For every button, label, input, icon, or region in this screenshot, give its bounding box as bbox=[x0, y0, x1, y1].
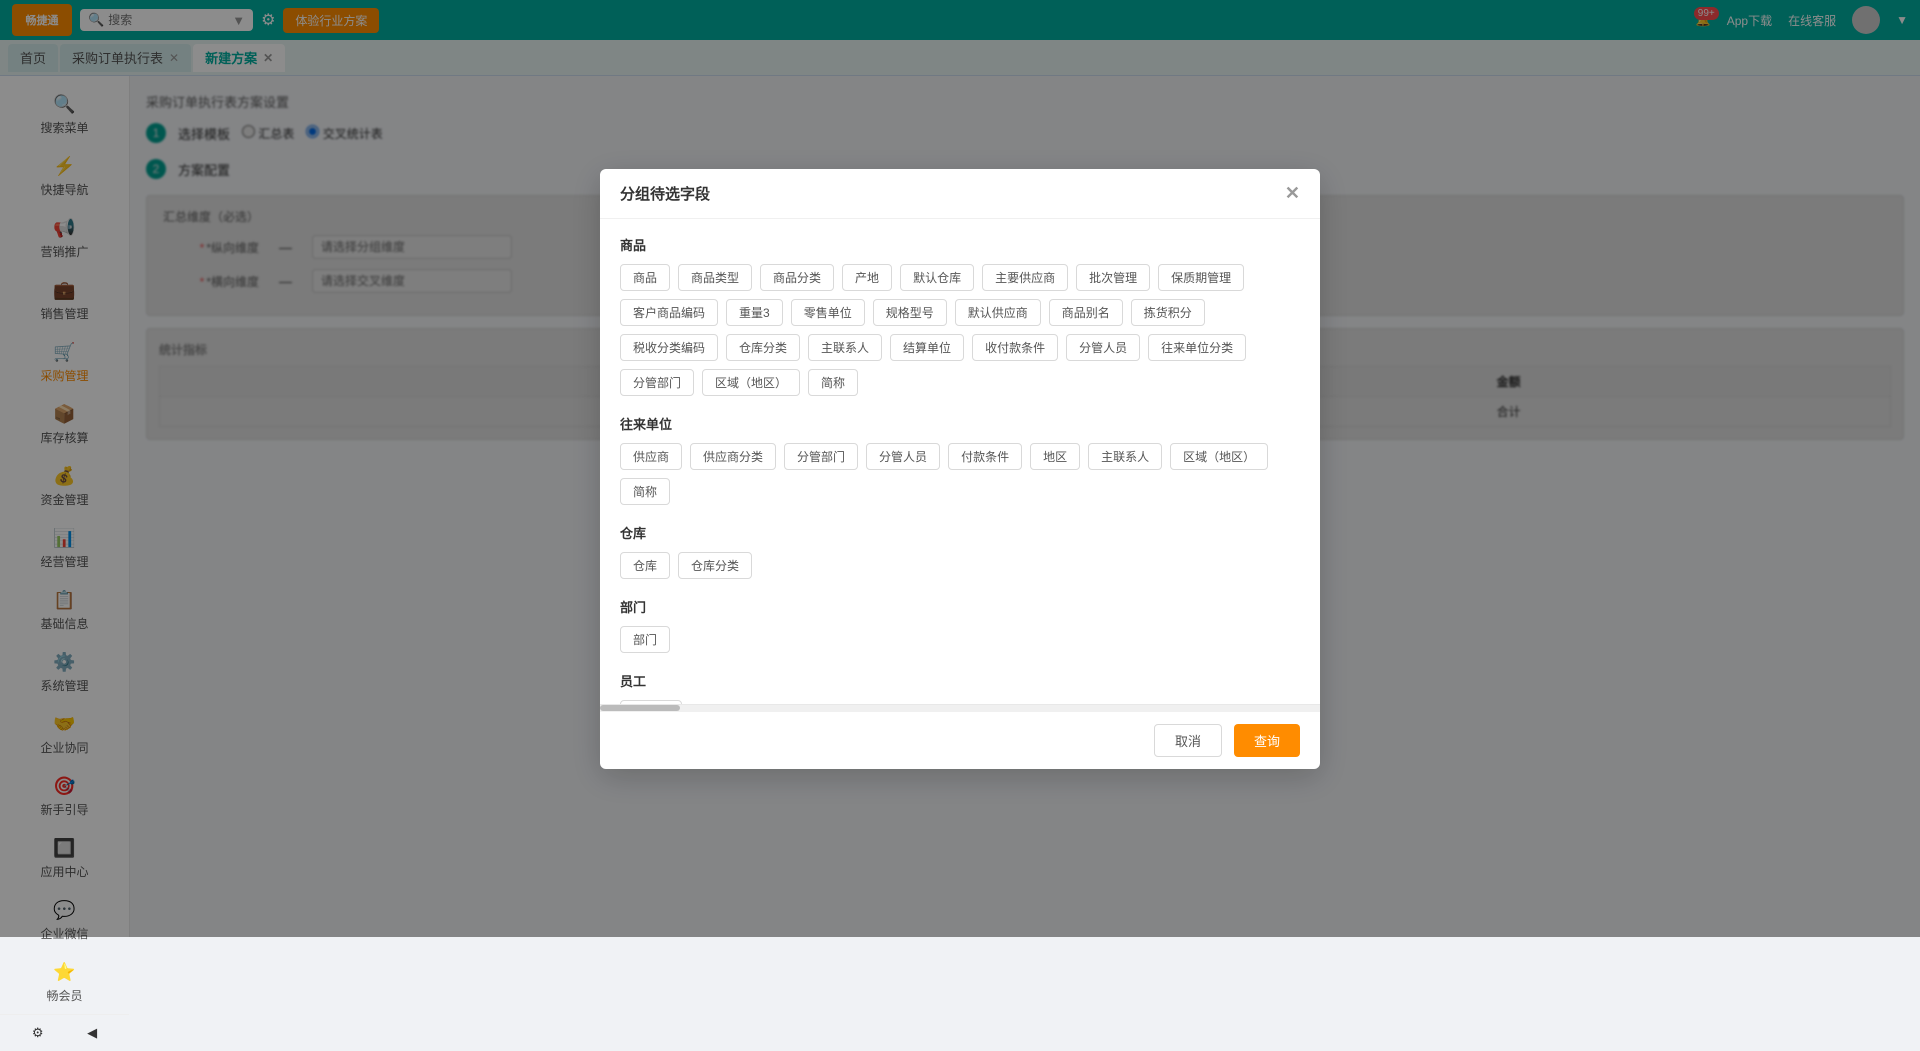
modal-header: 分组待选字段 ✕ bbox=[600, 169, 1320, 219]
tag-goods-17[interactable]: 仓库分类 bbox=[726, 334, 800, 361]
tag-partner-8[interactable]: 区域（地区） bbox=[1170, 443, 1268, 470]
section-warehouse: 仓库 仓库 仓库分类 bbox=[620, 523, 1300, 579]
modal-title: 分组待选字段 bbox=[620, 183, 710, 204]
warehouse-tags: 仓库 仓库分类 bbox=[620, 552, 1300, 579]
tag-goods-6[interactable]: 主要供应商 bbox=[982, 264, 1068, 291]
tag-goods-4[interactable]: 产地 bbox=[842, 264, 892, 291]
tag-partner-5[interactable]: 付款条件 bbox=[948, 443, 1022, 470]
department-tags: 部门 bbox=[620, 626, 1300, 653]
field-select-modal: 分组待选字段 ✕ 商品 商品 商品类型 商品分类 产地 默认仓库 主要供应商 批… bbox=[600, 169, 1320, 769]
tag-partner-6[interactable]: 地区 bbox=[1030, 443, 1080, 470]
tag-goods-11[interactable]: 零售单位 bbox=[791, 299, 865, 326]
tag-goods-14[interactable]: 商品别名 bbox=[1049, 299, 1123, 326]
tag-goods-21[interactable]: 分管人员 bbox=[1066, 334, 1140, 361]
tag-goods-8[interactable]: 保质期管理 bbox=[1158, 264, 1244, 291]
cancel-button[interactable]: 取消 bbox=[1154, 724, 1222, 757]
tag-department-1[interactable]: 部门 bbox=[620, 626, 670, 653]
modal-overlay: 分组待选字段 ✕ 商品 商品 商品类型 商品分类 产地 默认仓库 主要供应商 批… bbox=[0, 0, 1920, 937]
section-goods-title: 商品 bbox=[620, 235, 1300, 254]
sidebar-bottom: ⚙ ◀ bbox=[0, 1014, 129, 1051]
confirm-button[interactable]: 查询 bbox=[1234, 724, 1300, 757]
tag-goods-7[interactable]: 批次管理 bbox=[1076, 264, 1150, 291]
tag-goods-5[interactable]: 默认仓库 bbox=[900, 264, 974, 291]
sidebar-item-member[interactable]: ⭐ 畅会员 bbox=[0, 952, 129, 1014]
sidebar-collapse-icon[interactable]: ◀ bbox=[87, 1025, 97, 1041]
tag-partner-4[interactable]: 分管人员 bbox=[866, 443, 940, 470]
tag-partner-3[interactable]: 分管部门 bbox=[784, 443, 858, 470]
tag-goods-19[interactable]: 结算单位 bbox=[890, 334, 964, 361]
member-icon: ⭐ bbox=[53, 962, 75, 983]
modal-body[interactable]: 商品 商品 商品类型 商品分类 产地 默认仓库 主要供应商 批次管理 保质期管理… bbox=[600, 219, 1320, 705]
tag-goods-22[interactable]: 往来单位分类 bbox=[1148, 334, 1246, 361]
goods-tags: 商品 商品类型 商品分类 产地 默认仓库 主要供应商 批次管理 保质期管理 客户… bbox=[620, 264, 1300, 396]
tag-goods-10[interactable]: 重量3 bbox=[726, 299, 783, 326]
tag-goods-15[interactable]: 拣货积分 bbox=[1131, 299, 1205, 326]
scroll-thumb bbox=[600, 705, 680, 710]
tag-goods-20[interactable]: 收付款条件 bbox=[972, 334, 1058, 361]
tag-warehouse-2[interactable]: 仓库分类 bbox=[678, 552, 752, 579]
section-department-title: 部门 bbox=[620, 597, 1300, 616]
tag-partner-2[interactable]: 供应商分类 bbox=[690, 443, 776, 470]
modal-footer: 取消 查询 bbox=[600, 711, 1320, 769]
tag-goods-25[interactable]: 简称 bbox=[808, 369, 858, 396]
horizontal-scrollbar[interactable] bbox=[600, 704, 1320, 710]
sidebar-label-member: 畅会员 bbox=[46, 987, 82, 1004]
section-partner-title: 往来单位 bbox=[620, 414, 1300, 433]
modal-close-btn[interactable]: ✕ bbox=[1285, 183, 1300, 204]
section-staff: 员工 业务员 bbox=[620, 671, 1300, 705]
tag-goods-13[interactable]: 默认供应商 bbox=[955, 299, 1041, 326]
section-department: 部门 部门 bbox=[620, 597, 1300, 653]
tag-goods-24[interactable]: 区域（地区） bbox=[702, 369, 800, 396]
section-warehouse-title: 仓库 bbox=[620, 523, 1300, 542]
tag-warehouse-1[interactable]: 仓库 bbox=[620, 552, 670, 579]
tag-partner-7[interactable]: 主联系人 bbox=[1088, 443, 1162, 470]
section-goods: 商品 商品 商品类型 商品分类 产地 默认仓库 主要供应商 批次管理 保质期管理… bbox=[620, 235, 1300, 396]
tag-goods-2[interactable]: 商品类型 bbox=[678, 264, 752, 291]
tag-partner-9[interactable]: 简称 bbox=[620, 478, 670, 505]
section-staff-title: 员工 bbox=[620, 671, 1300, 690]
tag-goods-18[interactable]: 主联系人 bbox=[808, 334, 882, 361]
tag-goods-3[interactable]: 商品分类 bbox=[760, 264, 834, 291]
tag-goods-12[interactable]: 规格型号 bbox=[873, 299, 947, 326]
section-partner: 往来单位 供应商 供应商分类 分管部门 分管人员 付款条件 地区 主联系人 区域… bbox=[620, 414, 1300, 505]
tag-partner-1[interactable]: 供应商 bbox=[620, 443, 682, 470]
sidebar-settings-icon[interactable]: ⚙ bbox=[32, 1025, 44, 1041]
tag-goods-1[interactable]: 商品 bbox=[620, 264, 670, 291]
tag-goods-9[interactable]: 客户商品编码 bbox=[620, 299, 718, 326]
tag-goods-16[interactable]: 税收分类编码 bbox=[620, 334, 718, 361]
tag-goods-23[interactable]: 分管部门 bbox=[620, 369, 694, 396]
partner-tags: 供应商 供应商分类 分管部门 分管人员 付款条件 地区 主联系人 区域（地区） … bbox=[620, 443, 1300, 505]
